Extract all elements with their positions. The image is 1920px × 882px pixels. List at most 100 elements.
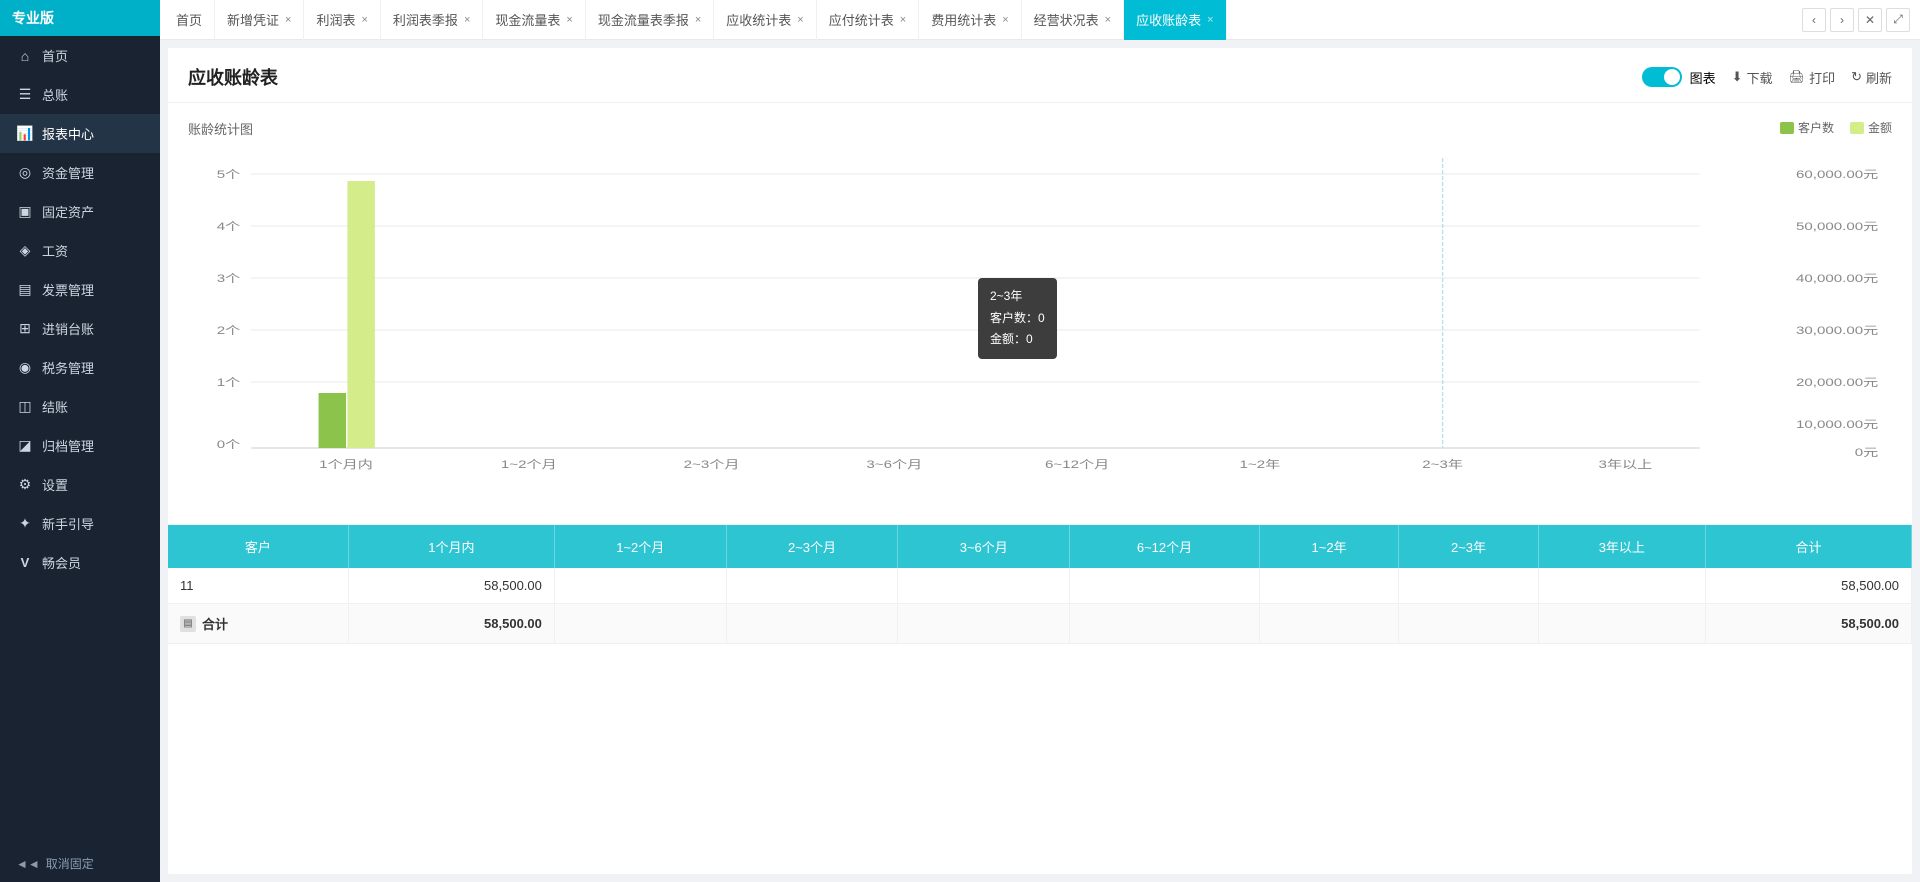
tab-scroll-left[interactable]: ‹ — [1802, 8, 1826, 32]
svg-text:0元: 0元 — [1855, 446, 1878, 458]
table-header-row: 客户 1个月内 1~2个月 2~3个月 3~6个月 6~12个月 1~2年 2~… — [168, 525, 1912, 568]
chart-toggle[interactable] — [1642, 67, 1682, 87]
sidebar-item-archive[interactable]: ◪ 归档管理 — [0, 426, 160, 465]
tab-home[interactable]: 首页 — [164, 0, 215, 40]
tab-ar-aging-label: 应收账龄表 — [1136, 10, 1201, 29]
tab-profit-quarterly[interactable]: 利润表季报 × — [381, 0, 483, 40]
table-container: 客户 1个月内 1~2个月 2~3个月 3~6个月 6~12个月 1~2年 2~… — [168, 525, 1912, 644]
cell-m1: 58,500.00 — [348, 568, 554, 604]
tab-ar-stats-close[interactable]: × — [797, 14, 803, 26]
tab-cashflow-quarterly[interactable]: 现金流量表季报 × — [586, 0, 714, 40]
sidebar-item-guide[interactable]: ✦ 新手引导 — [0, 504, 160, 543]
download-button[interactable]: ⬇ 下载 — [1732, 68, 1773, 87]
svg-text:1个月内: 1个月内 — [319, 458, 373, 470]
sidebar-item-label: 结账 — [42, 397, 68, 416]
sidebar-item-funds[interactable]: ◎ 资金管理 — [0, 153, 160, 192]
tab-ar-stats-label: 应收统计表 — [726, 10, 791, 29]
tab-ap-stats[interactable]: 应付统计表 × — [817, 0, 919, 40]
col-m612: 6~12个月 — [1070, 525, 1260, 568]
sidebar: 专业版 ⌂ 首页 ☰ 总账 📊 报表中心 ◎ 资金管理 ▣ 固定资产 ◈ 工资 … — [0, 0, 160, 882]
bar-amount-1[interactable] — [347, 181, 374, 448]
sidebar-item-reports[interactable]: 📊 报表中心 — [0, 114, 160, 153]
legend-amount: 金额 — [1850, 119, 1892, 136]
sidebar-item-salary[interactable]: ◈ 工资 — [0, 231, 160, 270]
svg-text:50,000.00元: 50,000.00元 — [1796, 220, 1878, 232]
invoice-icon: ▤ — [16, 281, 34, 298]
cell-customer: 11 — [168, 568, 348, 604]
tab-close-current[interactable]: ✕ — [1858, 8, 1882, 32]
table-total-row: ▤ 合计 58,500.00 58,500.00 — [168, 604, 1912, 644]
col-m12: 1~2个月 — [554, 525, 726, 568]
legend-customer-label: 客户数 — [1798, 119, 1834, 136]
chart-toggle-container[interactable]: 图表 — [1642, 67, 1716, 87]
download-label: 下载 — [1747, 68, 1773, 87]
tab-home-label: 首页 — [176, 10, 202, 29]
cell-total: 58,500.00 — [1705, 568, 1911, 604]
svg-text:2个: 2个 — [217, 324, 240, 336]
tab-operations-close[interactable]: × — [1105, 14, 1111, 26]
sidebar-pin-toggle[interactable]: ◄◄ 取消固定 — [0, 845, 160, 882]
bar-customer-1[interactable] — [319, 393, 346, 448]
tab-operations-label: 经营状况表 — [1034, 10, 1099, 29]
tab-expense-stats[interactable]: 费用统计表 × — [919, 0, 1021, 40]
salary-icon: ◈ — [16, 242, 34, 259]
sidebar-item-closing[interactable]: ◫ 结账 — [0, 387, 160, 426]
sidebar-item-tax[interactable]: ◉ 税务管理 — [0, 348, 160, 387]
home-icon: ⌂ — [16, 48, 34, 64]
tab-ar-aging-close[interactable]: × — [1207, 14, 1213, 26]
sidebar-item-invoice[interactable]: ▤ 发票管理 — [0, 270, 160, 309]
refresh-icon: ↻ — [1851, 69, 1862, 85]
svg-text:1~2年: 1~2年 — [1240, 458, 1281, 470]
legend-amount-label: 金额 — [1868, 119, 1892, 136]
tab-cashflow-close[interactable]: × — [566, 14, 572, 26]
cell-m36 — [898, 568, 1070, 604]
tab-ar-stats[interactable]: 应收统计表 × — [714, 0, 816, 40]
refresh-button[interactable]: ↻ 刷新 — [1851, 68, 1892, 87]
tab-voucher[interactable]: 新增凭证 × — [215, 0, 304, 40]
sidebar-item-label: 发票管理 — [42, 280, 94, 299]
sidebar-item-settings[interactable]: ⚙ 设置 — [0, 465, 160, 504]
svg-text:40,000.00元: 40,000.00元 — [1796, 272, 1878, 284]
sidebar-item-assets[interactable]: ▣ 固定资产 — [0, 192, 160, 231]
tab-voucher-label: 新增凭证 — [227, 10, 279, 29]
svg-text:5个: 5个 — [217, 168, 240, 180]
total-m612 — [1070, 604, 1260, 644]
tab-cashflow-quarterly-label: 现金流量表季报 — [598, 10, 689, 29]
tab-profit-quarterly-close[interactable]: × — [464, 14, 470, 26]
tab-scroll-right[interactable]: › — [1830, 8, 1854, 32]
tab-cashflow-quarterly-close[interactable]: × — [695, 14, 701, 26]
download-icon: ⬇ — [1732, 69, 1743, 85]
cell-y3plus — [1538, 568, 1705, 604]
tab-expense-stats-close[interactable]: × — [1002, 14, 1008, 26]
total-m12 — [554, 604, 726, 644]
sidebar-item-label: 新手引导 — [42, 514, 94, 533]
svg-text:20,000.00元: 20,000.00元 — [1796, 376, 1878, 388]
sidebar-item-label: 报表中心 — [42, 124, 94, 143]
tab-cashflow[interactable]: 现金流量表 × — [483, 0, 585, 40]
sidebar-item-inventory[interactable]: ⊞ 进销台账 — [0, 309, 160, 348]
tab-profit[interactable]: 利润表 × — [304, 0, 380, 40]
total-m23 — [726, 604, 898, 644]
reports-icon: 📊 — [16, 125, 34, 142]
print-button[interactable]: 🖨 打印 — [1789, 68, 1836, 87]
tab-ar-aging[interactable]: 应收账龄表 × — [1124, 0, 1226, 40]
tab-profit-close[interactable]: × — [361, 14, 367, 26]
sidebar-item-membership[interactable]: V 畅会员 — [0, 543, 160, 582]
table-row: 11 58,500.00 58,500.00 — [168, 568, 1912, 604]
legend-customer-color — [1780, 122, 1794, 134]
sidebar-item-label: 资金管理 — [42, 163, 94, 182]
tab-cashflow-label: 现金流量表 — [495, 10, 560, 29]
chart-container: 5个 4个 3个 2个 1个 0个 60,000.00元 50,000.00元 … — [188, 148, 1892, 508]
tab-voucher-close[interactable]: × — [285, 14, 291, 26]
svg-text:1个: 1个 — [217, 376, 240, 388]
sidebar-item-ledger[interactable]: ☰ 总账 — [0, 75, 160, 114]
header-actions: 图表 ⬇ 下载 🖨 打印 ↻ 刷新 — [1642, 67, 1892, 87]
tab-operations[interactable]: 经营状况表 × — [1022, 0, 1124, 40]
page-header: 应收账龄表 图表 ⬇ 下载 🖨 打印 ↻ 刷新 — [168, 48, 1912, 103]
tab-expand[interactable]: ⤢ — [1886, 8, 1910, 32]
sidebar-item-home[interactable]: ⌂ 首页 — [0, 36, 160, 75]
print-label: 打印 — [1809, 68, 1835, 87]
tab-profit-label: 利润表 — [316, 10, 355, 29]
tab-ap-stats-close[interactable]: × — [900, 14, 906, 26]
ledger-icon: ☰ — [16, 86, 34, 103]
